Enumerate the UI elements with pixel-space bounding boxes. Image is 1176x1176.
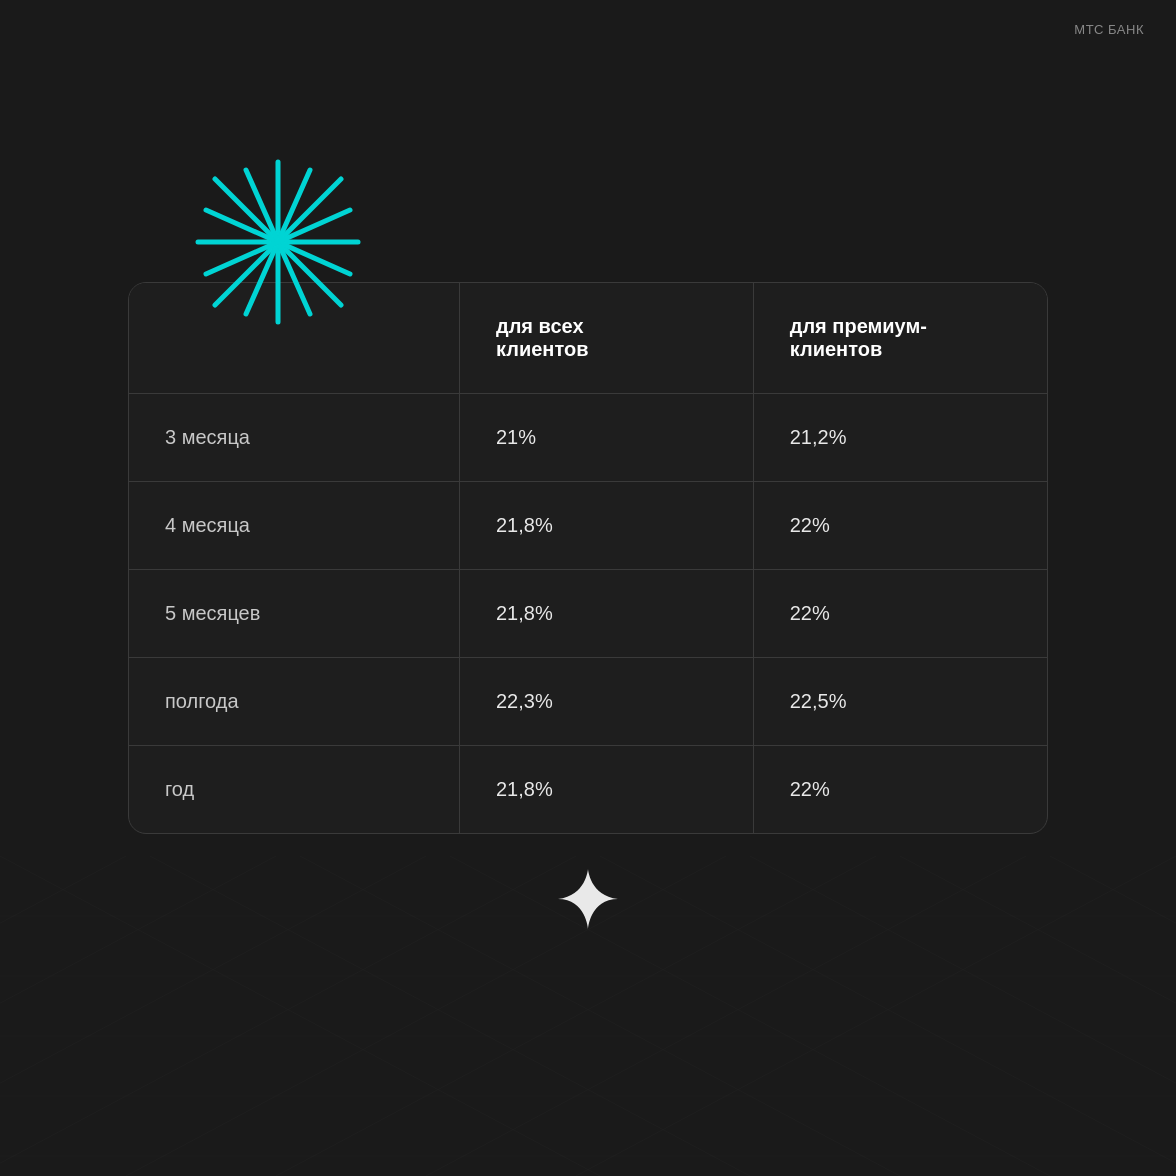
table-row: полгода22,3%22,5% [129, 658, 1047, 746]
cell-all-rate: 21,8% [459, 746, 753, 834]
cell-all-rate: 21,8% [459, 570, 753, 658]
table-header-row: для всехклиентов для премиум-клиентов [129, 283, 1047, 394]
svg-line-5 [0, 856, 600, 1176]
table-row: год21,8%22% [129, 746, 1047, 834]
table-row: 3 месяца21%21,2% [129, 394, 1047, 482]
svg-line-16 [126, 856, 726, 1176]
svg-line-19 [0, 856, 276, 1176]
cell-premium-rate: 22,5% [753, 658, 1047, 746]
cell-period: 3 месяца [129, 394, 459, 482]
svg-line-9 [600, 856, 1176, 1176]
star-small-icon [553, 864, 623, 934]
cell-period: полгода [129, 658, 459, 746]
background-grid [0, 856, 1176, 1176]
svg-line-17 [0, 856, 576, 1176]
rates-table: для всехклиентов для премиум-клиентов 3 … [129, 283, 1047, 833]
svg-line-7 [300, 856, 900, 1176]
table-row: 5 месяцев21,8%22% [129, 570, 1047, 658]
cell-period: год [129, 746, 459, 834]
svg-line-28 [206, 210, 350, 274]
svg-line-25 [206, 210, 350, 274]
rates-table-wrapper: для всехклиентов для премиум-клиентов 3 … [128, 282, 1048, 834]
svg-line-10 [750, 856, 1176, 1176]
brand-label: МТС БАНК [1074, 22, 1144, 37]
svg-line-11 [900, 856, 1176, 1176]
svg-line-12 [1050, 856, 1176, 1176]
cell-all-rate: 22,3% [459, 658, 753, 746]
cell-premium-rate: 22% [753, 570, 1047, 658]
svg-line-8 [450, 856, 1050, 1176]
header-all-clients: для всехклиентов [459, 283, 753, 394]
svg-line-6 [150, 856, 750, 1176]
svg-line-14 [426, 856, 1026, 1176]
cell-premium-rate: 22% [753, 746, 1047, 834]
svg-line-15 [276, 856, 876, 1176]
cell-premium-rate: 22% [753, 482, 1047, 570]
cell-period: 5 месяцев [129, 570, 459, 658]
svg-line-18 [0, 856, 426, 1176]
cell-all-rate: 21% [459, 394, 753, 482]
main-container: для всехклиентов для премиум-клиентов 3 … [128, 282, 1048, 834]
cell-premium-rate: 21,2% [753, 394, 1047, 482]
header-period [129, 283, 459, 394]
cell-period: 4 месяца [129, 482, 459, 570]
svg-line-13 [576, 856, 1176, 1176]
table-row: 4 месяца21,8%22% [129, 482, 1047, 570]
header-premium-clients: для премиум-клиентов [753, 283, 1047, 394]
svg-line-20 [0, 856, 126, 1176]
cell-all-rate: 21,8% [459, 482, 753, 570]
